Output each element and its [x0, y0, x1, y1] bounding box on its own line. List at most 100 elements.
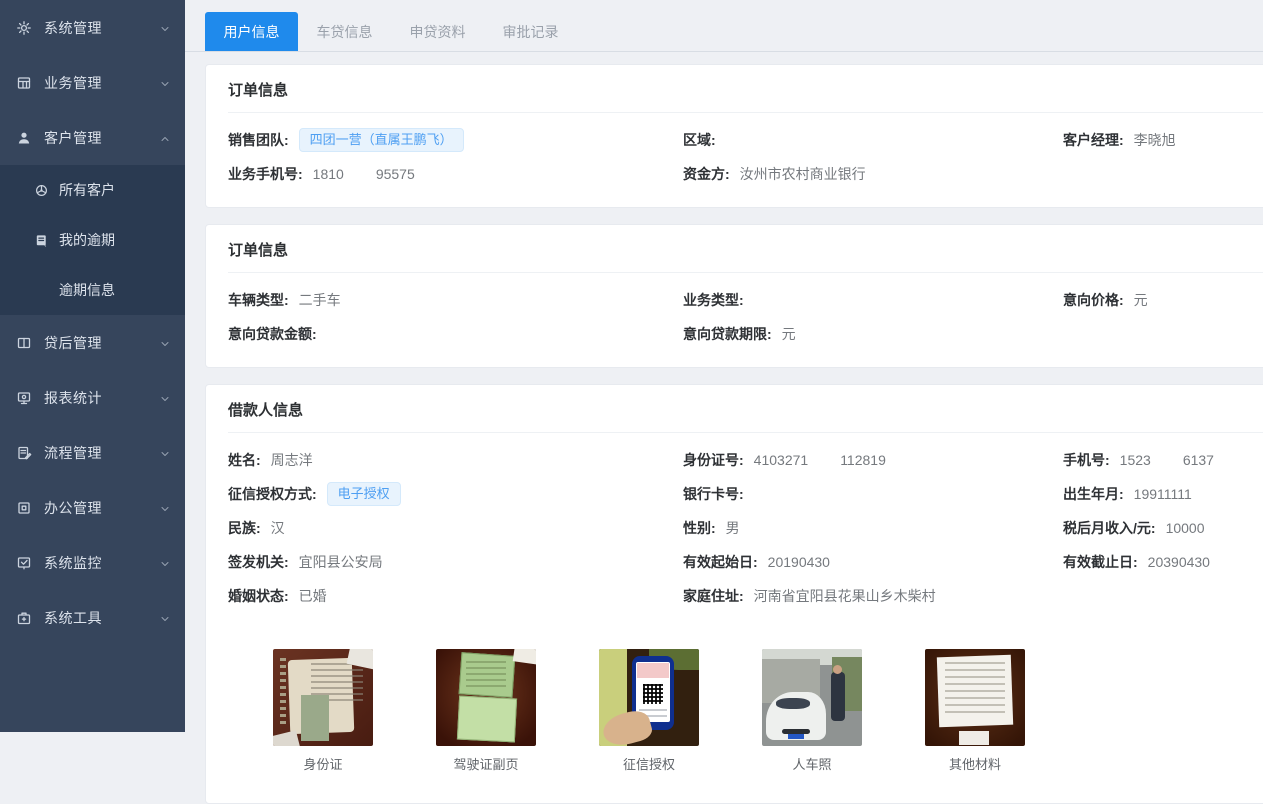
field-bank-card: 银行卡号: [683, 477, 1063, 511]
sidebar-item-system-monitor[interactable]: 系统监控 [0, 535, 185, 590]
sidebar-item-label: 流程管理 [44, 443, 159, 463]
field-credit-auth: 征信授权方式: 电子授权 [228, 477, 683, 511]
monitor-check-icon [16, 555, 32, 571]
document-photos: 身份证 驾驶证副页 征信授权 [228, 629, 1263, 803]
sidebar-submenu-customer: 所有客户 我的逾期 逾期信息 [0, 165, 185, 315]
sidebar-item-label: 办公管理 [44, 498, 159, 518]
license-booklet-photo[interactable]: 驾驶证副页 [436, 649, 536, 773]
handwritten-document-photo[interactable]: 其他材料 [925, 649, 1025, 773]
sidebar-item-report-statistics[interactable]: 报表统计 [0, 370, 185, 425]
wheel-icon [34, 183, 49, 198]
field-value: 元 [782, 324, 796, 344]
field-value: 19911111 [1134, 486, 1192, 502]
handwritten-document-thumbnail[interactable] [925, 649, 1025, 746]
field-label: 银行卡号: [683, 484, 744, 504]
borrower-info-card: 借款人信息 姓名: 周志洋 身份证号: 4103271112819 手机号: 1… [205, 384, 1263, 804]
chevron-down-icon [159, 77, 171, 89]
chevron-down-icon [159, 502, 171, 514]
field-label: 手机号: [1063, 450, 1110, 470]
field-intended-loan-term: 意向贷款期限: 元 [683, 317, 1063, 351]
order-info-card-2: 订单信息 车辆类型: 二手车 业务类型: 意向价格: 元 意向贷款金额: 意向贷… [205, 224, 1263, 368]
sidebar-item-label: 系统工具 [44, 608, 159, 628]
field-value: 10000 [1166, 520, 1205, 536]
sidebar-item-label: 贷后管理 [44, 333, 159, 353]
field-valid-to: 有效截止日: 20390430 [1063, 545, 1263, 579]
toolbox-icon [16, 610, 32, 626]
license-booklet-thumbnail[interactable] [436, 649, 536, 746]
field-value: 4103271112819 [754, 452, 886, 468]
field-value: 李晓旭 [1134, 130, 1176, 150]
field-label: 意向贷款金额: [228, 324, 317, 344]
field-label: 身份证号: [683, 450, 744, 470]
sidebar-item-customer-management[interactable]: 客户管理 [0, 110, 185, 165]
field-label: 资金方: [683, 164, 730, 184]
sidebar-item-system-management[interactable]: 系统管理 [0, 0, 185, 55]
field-label: 有效起始日: [683, 552, 758, 572]
sidebar-item-business-management[interactable]: 业务管理 [0, 55, 185, 110]
person-car-thumbnail[interactable] [762, 649, 862, 746]
grid-icon [16, 75, 32, 91]
field-value: 20390430 [1148, 554, 1210, 570]
sidebar-item-label: 逾期信息 [59, 280, 115, 300]
field-gender: 性别: 男 [683, 511, 1063, 545]
sidebar-item-label: 客户管理 [44, 128, 159, 148]
sidebar-item-label: 所有客户 [59, 180, 115, 200]
credit-auth-tag[interactable]: 电子授权 [327, 482, 401, 506]
sidebar-item-process-management[interactable]: 流程管理 [0, 425, 185, 480]
photo-caption: 驾驶证副页 [436, 754, 536, 773]
id-card-photo-thumbnail[interactable] [273, 649, 373, 746]
user-icon [16, 130, 32, 146]
photo-caption: 其他材料 [925, 754, 1025, 773]
tab-approval-records[interactable]: 审批记录 [484, 12, 577, 51]
field-business-type: 业务类型: [683, 283, 1063, 317]
chevron-up-icon [159, 132, 171, 144]
order-info-card-1: 订单信息 销售团队: 四团一营（直属王鹏飞） 区域: 客户经理: 李晓旭 业务手… [205, 64, 1263, 208]
sales-team-tag[interactable]: 四团一营（直属王鹏飞） [299, 128, 464, 152]
sidebar-item-overdue-info[interactable]: 逾期信息 [0, 265, 185, 315]
field-mobile: 手机号: 15236137 [1063, 443, 1263, 477]
tab-user-info[interactable]: 用户信息 [205, 12, 298, 51]
field-intended-price: 意向价格: 元 [1063, 283, 1263, 317]
field-label: 车辆类型: [228, 290, 289, 310]
censored-segment [809, 452, 839, 468]
field-value: 周志洋 [271, 450, 313, 470]
chevron-down-icon [159, 337, 171, 349]
field-account-manager: 客户经理: 李晓旭 [1063, 123, 1263, 157]
field-business-phone: 业务手机号: 181095575 [228, 157, 683, 191]
field-ethnicity: 民族: 汉 [228, 511, 683, 545]
photo-caption: 人车照 [762, 754, 862, 773]
field-label: 客户经理: [1063, 130, 1124, 150]
field-region: 区域: [683, 123, 1063, 157]
sidebar-item-system-tools[interactable]: 系统工具 [0, 590, 185, 645]
field-label: 征信授权方式: [228, 484, 317, 504]
tab-bar: 用户信息 车贷信息 申贷资料 审批记录 [185, 12, 1263, 52]
field-id-number: 身份证号: 4103271112819 [683, 443, 1063, 477]
field-home-address: 家庭住址: 河南省宜阳县花果山乡木柴村 [683, 579, 1063, 613]
notebook-icon [34, 233, 49, 248]
field-label: 签发机关: [228, 552, 289, 572]
field-label: 家庭住址: [683, 586, 744, 606]
monitor-icon [16, 390, 32, 406]
sidebar-item-my-overdue[interactable]: 我的逾期 [0, 215, 185, 265]
tab-car-loan-info[interactable]: 车贷信息 [298, 12, 391, 51]
sidebar-item-post-loan-management[interactable]: 贷后管理 [0, 315, 185, 370]
phone-qr-thumbnail[interactable] [599, 649, 699, 746]
tab-loan-application-docs[interactable]: 申贷资料 [391, 12, 484, 51]
field-label: 销售团队: [228, 130, 289, 150]
chevron-down-icon [159, 612, 171, 624]
field-vehicle-type: 车辆类型: 二手车 [228, 283, 683, 317]
phone-qr-photo[interactable]: 征信授权 [599, 649, 699, 773]
person-car-photo[interactable]: 人车照 [762, 649, 862, 773]
square-dot-icon [16, 500, 32, 516]
sidebar-item-all-customers[interactable]: 所有客户 [0, 165, 185, 215]
field-value: 河南省宜阳县花果山乡木柴村 [754, 586, 936, 606]
id-card-photo[interactable]: 身份证 [273, 649, 373, 773]
photo-caption: 身份证 [273, 754, 373, 773]
chevron-down-icon [159, 392, 171, 404]
sidebar-item-office-management[interactable]: 办公管理 [0, 480, 185, 535]
field-sales-team: 销售团队: 四团一营（直属王鹏飞） [228, 123, 683, 157]
field-birth: 出生年月: 19911111 [1063, 477, 1263, 511]
censored-segment [1152, 452, 1182, 468]
field-label: 业务手机号: [228, 164, 303, 184]
sidebar-item-label: 系统监控 [44, 553, 159, 573]
